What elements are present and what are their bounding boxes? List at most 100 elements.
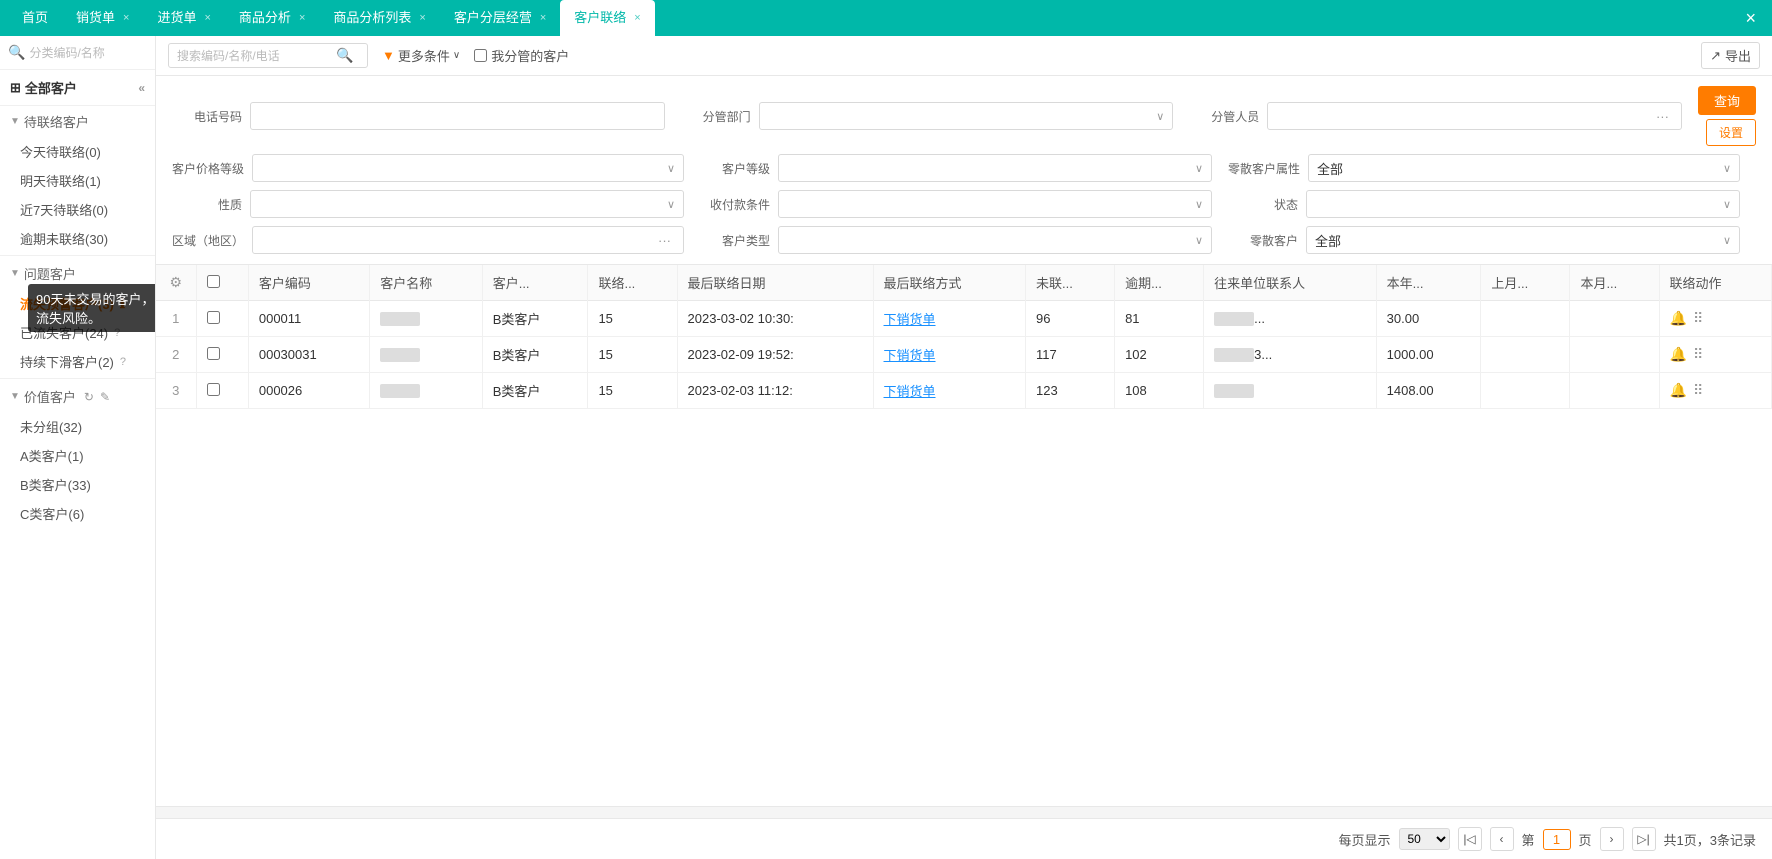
value-edit-icon[interactable]: ✎ bbox=[100, 390, 110, 404]
contact-method-link[interactable]: 下销货单 bbox=[884, 312, 936, 327]
close-purchase-tab[interactable]: × bbox=[204, 0, 210, 36]
search-input[interactable] bbox=[177, 49, 332, 63]
sidebar-item-tomorrow[interactable]: 明天待联络(1) bbox=[0, 166, 155, 195]
sidebar-section-waiting[interactable]: ▼ 待联络客户 bbox=[0, 106, 155, 137]
nav-tab-purchase[interactable]: 进货单 × bbox=[143, 0, 224, 36]
nav-tab-customer-contact[interactable]: 客户联络 × bbox=[560, 0, 654, 36]
close-customer-contact-tab[interactable]: × bbox=[634, 0, 640, 36]
th-gear[interactable]: ⚙ bbox=[156, 265, 196, 301]
row-action[interactable]: 🔔 ⠿ bbox=[1659, 337, 1771, 373]
h-scrollbar[interactable] bbox=[156, 806, 1772, 818]
sidebar-item-churned[interactable]: 已流失客户(24) ? bbox=[0, 318, 155, 347]
retail-attr-select[interactable]: 全部∨ bbox=[1308, 154, 1740, 182]
nav-tab-sales[interactable]: 销货单 × bbox=[62, 0, 143, 36]
page-size-select[interactable]: 50 100 200 bbox=[1399, 828, 1450, 850]
filter-cell-region: 区域（地区） ··· bbox=[172, 226, 700, 254]
query-btn[interactable]: 查询 bbox=[1698, 86, 1756, 115]
sidebar-item-c-class[interactable]: C类客户(6) bbox=[0, 499, 155, 528]
th-checkbox[interactable] bbox=[196, 265, 248, 301]
sidebar-item-7days[interactable]: 近7天待联络(0) bbox=[0, 195, 155, 224]
nav-tab-analysis[interactable]: 商品分析 × bbox=[225, 0, 319, 36]
table-area: ⚙ 客户编码 客户名称 客户... 联络... 最后联络日期 最后联络方式 未联… bbox=[156, 265, 1772, 806]
nav-tab-home[interactable]: 首页 bbox=[8, 0, 62, 36]
cust-type-select[interactable]: ∨ bbox=[778, 226, 1212, 254]
my-customers-check[interactable]: 我分管的客户 bbox=[474, 46, 569, 65]
row-last-contact-method[interactable]: 下销货单 bbox=[873, 337, 1025, 373]
manager-label: 分管人员 bbox=[1189, 108, 1259, 125]
th-contact-person: 往来单位联系人 bbox=[1204, 265, 1377, 301]
row-contact: 15 bbox=[588, 373, 677, 409]
row-last-contact-method[interactable]: 下销货单 bbox=[873, 373, 1025, 409]
contact-icon[interactable]: 🔔 bbox=[1670, 382, 1687, 399]
row-select-checkbox[interactable] bbox=[207, 311, 220, 324]
row-index: 3 bbox=[156, 373, 196, 409]
row-last-contact-method[interactable]: 下销货单 bbox=[873, 301, 1025, 337]
next-page-btn[interactable]: › bbox=[1600, 827, 1624, 851]
close-customer-tier-tab[interactable]: × bbox=[540, 0, 546, 36]
sidebar-section-value[interactable]: ▼ 价值客户 ↻ ✎ bbox=[0, 381, 155, 412]
payment-select[interactable]: ∨ bbox=[778, 190, 1212, 218]
row-checkbox[interactable] bbox=[196, 337, 248, 373]
sidebar-item-overdue[interactable]: 逾期未联络(30) bbox=[0, 224, 155, 253]
more-action-icon[interactable]: ⠿ bbox=[1693, 310, 1703, 327]
settings-btn[interactable]: 设置 bbox=[1706, 119, 1756, 146]
contact-method-link[interactable]: 下销货单 bbox=[884, 384, 936, 399]
manager-dots[interactable]: ··· bbox=[1652, 109, 1673, 124]
price-level-select[interactable]: ∨ bbox=[252, 154, 684, 182]
nav-tab-customer-tier[interactable]: 客户分层经营 × bbox=[440, 0, 560, 36]
search-icon[interactable]: 🔍 bbox=[336, 47, 353, 64]
th-type: 客户... bbox=[482, 265, 588, 301]
row-checkbox[interactable] bbox=[196, 301, 248, 337]
sidebar-section-problem[interactable]: ▼ 问题客户 bbox=[0, 258, 155, 289]
select-all-checkbox[interactable] bbox=[207, 275, 220, 288]
retail-cust-select[interactable]: 全部∨ bbox=[1306, 226, 1740, 254]
filter-cell-retail-attr: 零散客户属性 全部∨ bbox=[1228, 154, 1756, 182]
value-refresh-icon[interactable]: ↻ bbox=[84, 390, 94, 404]
status-select[interactable]: ∨ bbox=[1306, 190, 1740, 218]
sidebar-all-customers[interactable]: ⊞ 全部客户 « bbox=[0, 70, 155, 106]
contact-method-link[interactable]: 下销货单 bbox=[884, 348, 936, 363]
nav-tab-analysis-list[interactable]: 商品分析列表 × bbox=[319, 0, 439, 36]
close-window-btn[interactable]: × bbox=[1737, 8, 1764, 29]
row-type: B类客户 bbox=[482, 301, 588, 337]
sidebar-collapse-btn[interactable]: « bbox=[138, 81, 145, 95]
cust-level-select[interactable]: ∨ bbox=[778, 154, 1212, 182]
sidebar-search-input[interactable] bbox=[29, 46, 156, 60]
row-select-checkbox[interactable] bbox=[207, 347, 220, 360]
my-customers-checkbox[interactable] bbox=[474, 49, 487, 62]
chevron-down-icon: ∨ bbox=[453, 50, 460, 61]
contact-icon[interactable]: 🔔 bbox=[1670, 310, 1687, 327]
pagination-summary: 共1页，3条记录 bbox=[1664, 830, 1756, 849]
row-this-year: 1000.00 bbox=[1376, 337, 1481, 373]
sidebar-item-churn-warning[interactable]: 流失预警客户(3) ℹ bbox=[0, 289, 155, 318]
table-row: 3 000026 B类客户 15 2023-02-03 11:12: 下销货单 … bbox=[156, 373, 1772, 409]
contact-icon[interactable]: 🔔 bbox=[1670, 346, 1687, 363]
more-conditions-btn[interactable]: ▼ 更多条件 ∨ bbox=[376, 43, 466, 68]
region-dots[interactable]: ··· bbox=[654, 233, 675, 248]
prev-page-btn[interactable]: ‹ bbox=[1490, 827, 1514, 851]
close-analysis-tab[interactable]: × bbox=[299, 0, 305, 36]
row-checkbox[interactable] bbox=[196, 373, 248, 409]
row-action[interactable]: 🔔 ⠿ bbox=[1659, 301, 1771, 337]
region-select[interactable]: ··· bbox=[252, 226, 684, 254]
sidebar-item-declining[interactable]: 持续下滑客户(2) ? bbox=[0, 347, 155, 376]
row-select-checkbox[interactable] bbox=[207, 383, 220, 396]
phone-input[interactable] bbox=[250, 102, 665, 130]
row-action[interactable]: 🔔 ⠿ bbox=[1659, 373, 1771, 409]
dept-select[interactable]: ∨ bbox=[759, 102, 1174, 130]
last-page-btn[interactable]: ▷| bbox=[1632, 827, 1656, 851]
manager-select[interactable]: ··· bbox=[1267, 102, 1682, 130]
first-page-btn[interactable]: |◁ bbox=[1458, 827, 1482, 851]
export-btn[interactable]: ↗ 导出 bbox=[1701, 42, 1760, 69]
close-analysis-list-tab[interactable]: × bbox=[419, 0, 425, 36]
sidebar-item-b-class[interactable]: B类客户(33) bbox=[0, 470, 155, 499]
sidebar-item-ungroup[interactable]: 未分组(32) bbox=[0, 412, 155, 441]
more-action-icon[interactable]: ⠿ bbox=[1693, 346, 1703, 363]
sidebar-item-a-class[interactable]: A类客户(1) bbox=[0, 441, 155, 470]
current-page[interactable]: 1 bbox=[1543, 829, 1571, 850]
close-sales-tab[interactable]: × bbox=[123, 0, 129, 36]
more-action-icon[interactable]: ⠿ bbox=[1693, 382, 1703, 399]
row-contact-person bbox=[1204, 373, 1377, 409]
sidebar-item-today[interactable]: 今天待联络(0) bbox=[0, 137, 155, 166]
gender-select[interactable]: ∨ bbox=[250, 190, 684, 218]
